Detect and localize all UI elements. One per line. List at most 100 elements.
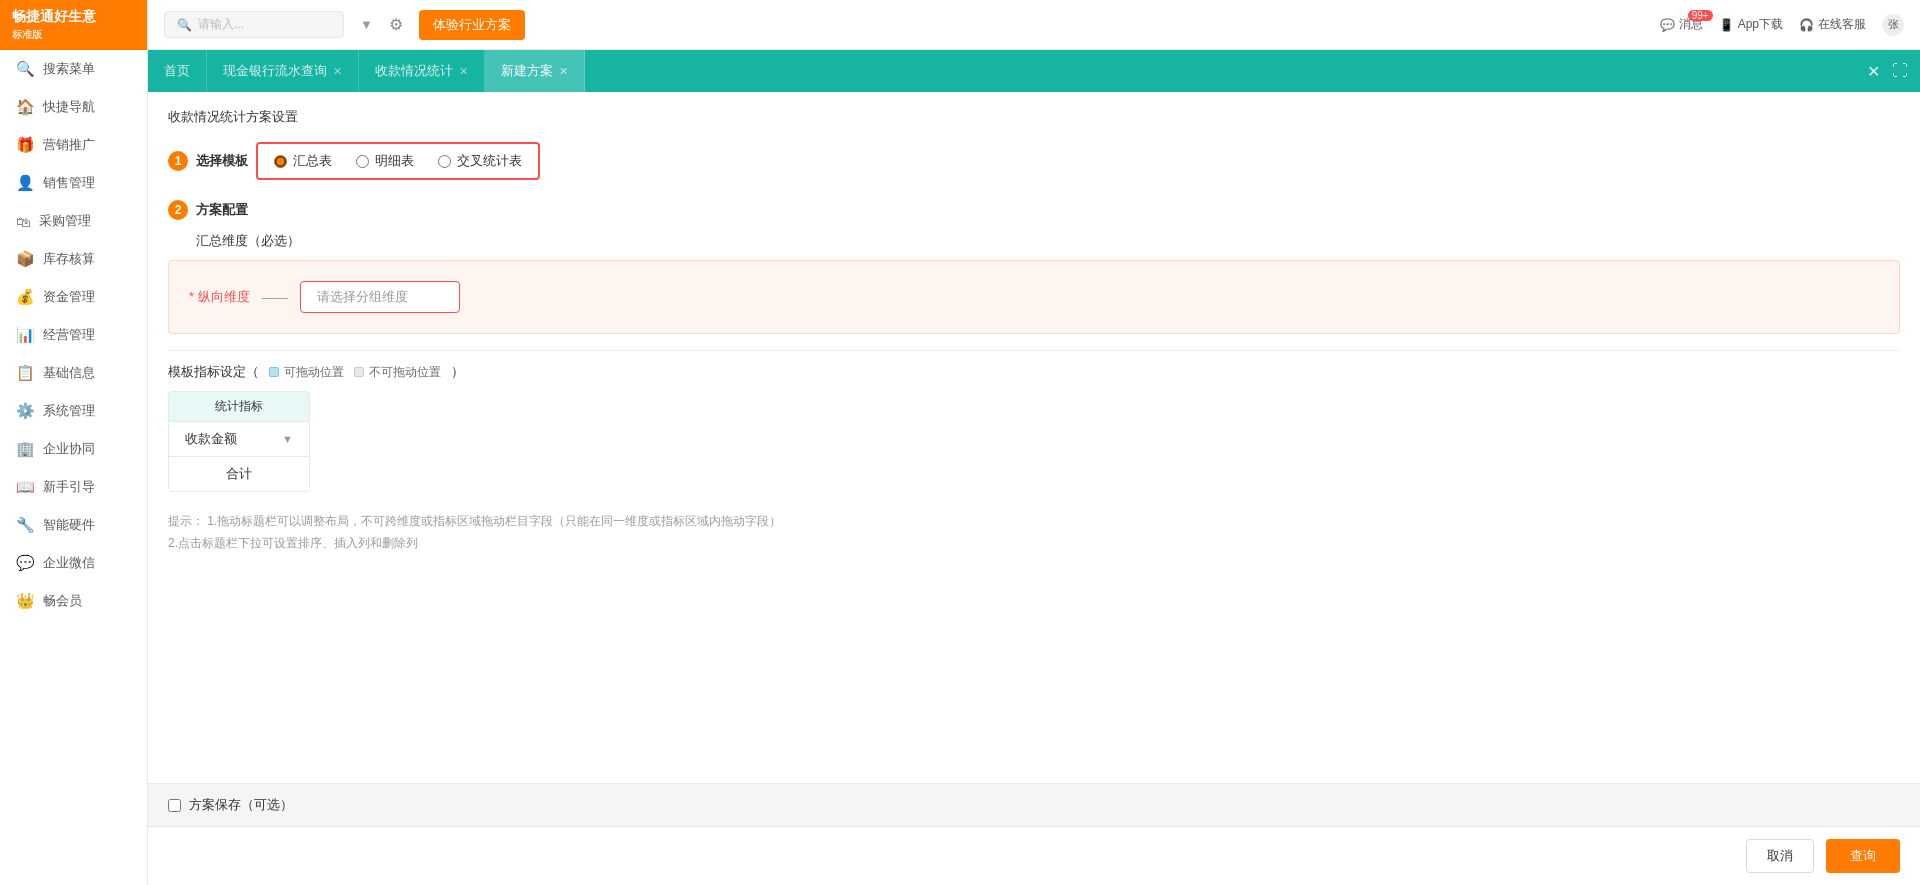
step1-number: 1 xyxy=(168,151,188,171)
step2-number: 2 xyxy=(168,200,188,220)
tool-icon: 🔧 xyxy=(16,516,35,534)
page-body: 收款情况统计方案设置 1 选择模板 汇总表 明细表 xyxy=(148,92,1920,783)
template-cross-radio[interactable] xyxy=(438,155,451,168)
chat-icon: 💬 xyxy=(16,554,35,572)
tip-text-2: 2.点击标题栏下拉可设置排序、插入列和删除列 xyxy=(168,533,418,555)
sidebar-item-label: 畅会员 xyxy=(43,592,82,610)
save-option-checkbox[interactable] xyxy=(168,799,181,812)
legend-draggable: 可拖动位置 xyxy=(269,364,344,381)
main-area: 🔍 请输入... ▼ ⚙ 体验行业方案 💬 消息 99+ 📱 App下载 🎧 在… xyxy=(148,0,1920,885)
tab-bank-flow-close-icon[interactable]: ✕ xyxy=(333,65,342,78)
sidebar-item-search[interactable]: 🔍 搜索菜单 xyxy=(0,50,147,88)
online-service-label: 在线客服 xyxy=(1818,16,1866,33)
shopping-icon: 🛍 xyxy=(16,213,31,230)
sidebar-item-finance[interactable]: 💰 资金管理 xyxy=(0,278,147,316)
sidebar-item-operations[interactable]: 📊 经营管理 xyxy=(0,316,147,354)
sidebar-item-system[interactable]: ⚙️ 系统管理 xyxy=(0,392,147,430)
app-download-label: App下载 xyxy=(1738,16,1783,33)
dimension-area: * 纵向维度 —— 请选择分组维度 xyxy=(168,260,1900,334)
vertical-dimension-row: * 纵向维度 —— 请选择分组维度 xyxy=(189,281,1879,313)
tab-receipt-stat-label: 收款情况统计 xyxy=(375,62,453,80)
tip-line-1: 提示： 1.拖动标题栏可以调整布局，不可跨维度或指标区域拖动栏目字段（只能在同一… xyxy=(168,511,1900,533)
sidebar-item-label: 企业微信 xyxy=(43,554,95,572)
sidebar-item-membership[interactable]: 👑 畅会员 xyxy=(0,582,147,620)
user-profile-link[interactable]: 张 xyxy=(1882,14,1904,36)
nav-tabs: 首页 现金银行流水查询 ✕ 收款情况统计 ✕ 新建方案 ✕ ✕ ⛶ xyxy=(148,50,1920,92)
metrics-config-header: 模板指标设定（ 可拖动位置 不可拖动位置 ） xyxy=(168,363,1900,381)
template-detail-option[interactable]: 明细表 xyxy=(356,152,414,170)
page-title: 收款情况统计方案设置 xyxy=(168,108,1900,126)
sidebar-item-purchase[interactable]: 🛍 采购管理 xyxy=(0,202,147,240)
metrics-total-cell: 合计 xyxy=(169,456,309,491)
search-placeholder: 请输入... xyxy=(198,16,244,33)
header-search[interactable]: 🔍 请输入... xyxy=(164,11,344,38)
industry-solution-button[interactable]: 体验行业方案 xyxy=(419,10,525,40)
tab-close-all-icon[interactable]: ✕ xyxy=(1867,62,1880,81)
step2-section: 2 方案配置 汇总维度（必选） * 纵向维度 —— 请选择分组维度 模 xyxy=(168,200,1900,554)
app-logo: 畅捷通好生意 标准版 xyxy=(0,0,147,50)
legend-non-draggable: 不可拖动位置 xyxy=(354,364,441,381)
message-icon: 💬 xyxy=(1660,18,1675,32)
tab-controls: ✕ ⛶ xyxy=(1855,50,1920,92)
crown-icon: 👑 xyxy=(16,592,35,610)
tab-new-plan-close-icon[interactable]: ✕ xyxy=(559,65,568,78)
step2-header: 2 方案配置 xyxy=(168,200,1900,220)
service-icon: 🎧 xyxy=(1799,18,1814,32)
sidebar-item-label: 新手引导 xyxy=(43,478,95,496)
top-header: 🔍 请输入... ▼ ⚙ 体验行业方案 💬 消息 99+ 📱 App下载 🎧 在… xyxy=(148,0,1920,50)
vertical-dimension-label: * 纵向维度 xyxy=(189,288,250,306)
legend-draggable-label: 可拖动位置 xyxy=(284,364,344,381)
sidebar-item-label: 库存核算 xyxy=(43,250,95,268)
sidebar-item-smart-hw[interactable]: 🔧 智能硬件 xyxy=(0,506,147,544)
metrics-title-label: 模板指标设定（ xyxy=(168,363,259,381)
tab-bank-flow[interactable]: 现金银行流水查询 ✕ xyxy=(207,50,359,92)
app-download-link[interactable]: 📱 App下载 xyxy=(1719,16,1783,33)
building-icon: 🏢 xyxy=(16,440,35,458)
sidebar-item-label: 基础信息 xyxy=(43,364,95,382)
settings-icon[interactable]: ⚙ xyxy=(389,15,403,34)
tab-new-plan[interactable]: 新建方案 ✕ xyxy=(485,50,585,92)
money-icon: 💰 xyxy=(16,288,35,306)
online-service-link[interactable]: 🎧 在线客服 xyxy=(1799,16,1866,33)
list-icon: 📋 xyxy=(16,364,35,382)
sidebar-item-label: 营销推广 xyxy=(43,136,95,154)
template-summary-option[interactable]: 汇总表 xyxy=(274,152,332,170)
search-icon: 🔍 xyxy=(16,60,35,78)
step1-title: 选择模板 xyxy=(196,152,248,170)
metrics-title-end: ） xyxy=(451,363,464,381)
message-button[interactable]: 💬 消息 99+ xyxy=(1660,16,1703,33)
tip-line-2: 2.点击标题栏下拉可设置排序、插入列和删除列 xyxy=(168,533,1900,555)
metrics-amount-cell[interactable]: 收款金额 ▼ xyxy=(169,422,309,456)
template-cross-option[interactable]: 交叉统计表 xyxy=(438,152,522,170)
sidebar-item-marketing[interactable]: 🎁 营销推广 xyxy=(0,126,147,164)
template-summary-radio[interactable] xyxy=(274,155,287,168)
sidebar-item-quick-nav[interactable]: 🏠 快捷导航 xyxy=(0,88,147,126)
gift-icon: 🎁 xyxy=(16,136,35,154)
tips-area: 提示： 1.拖动标题栏可以调整布局，不可跨维度或指标区域拖动栏目字段（只能在同一… xyxy=(168,511,1900,554)
sidebar-item-label: 快捷导航 xyxy=(43,98,95,116)
message-badge: 99+ xyxy=(1688,10,1713,21)
sidebar-item-sales[interactable]: 👤 销售管理 xyxy=(0,164,147,202)
sidebar-item-label: 采购管理 xyxy=(39,212,91,230)
tab-receipt-stat-close-icon[interactable]: ✕ xyxy=(459,65,468,78)
cell-dropdown-icon[interactable]: ▼ xyxy=(282,433,293,445)
user-icon: 👤 xyxy=(16,174,35,192)
dropdown-arrow-icon[interactable]: ▼ xyxy=(360,17,373,32)
sidebar-item-basic-info[interactable]: 📋 基础信息 xyxy=(0,354,147,392)
query-button[interactable]: 查询 xyxy=(1826,839,1900,873)
step1-header: 1 选择模板 汇总表 明细表 交叉统计表 xyxy=(168,142,1900,180)
tab-expand-icon[interactable]: ⛶ xyxy=(1892,62,1908,80)
header-actions: 💬 消息 99+ 📱 App下载 🎧 在线客服 张 xyxy=(1660,14,1904,36)
step2-title: 方案配置 xyxy=(196,201,248,219)
template-detail-radio[interactable] xyxy=(356,155,369,168)
draggable-dot xyxy=(269,367,279,377)
sidebar-item-beginner[interactable]: 📖 新手引导 xyxy=(0,468,147,506)
sidebar-item-corp-wechat[interactable]: 💬 企业微信 xyxy=(0,544,147,582)
tab-receipt-stat[interactable]: 收款情况统计 ✕ xyxy=(359,50,485,92)
cancel-button[interactable]: 取消 xyxy=(1746,839,1814,873)
vertical-dimension-select[interactable]: 请选择分组维度 xyxy=(300,281,460,313)
template-options-group: 汇总表 明细表 交叉统计表 xyxy=(256,142,540,180)
sidebar-item-inventory[interactable]: 📦 库存核算 xyxy=(0,240,147,278)
sidebar-item-corp-collab[interactable]: 🏢 企业协同 xyxy=(0,430,147,468)
tab-home[interactable]: 首页 xyxy=(148,50,207,92)
